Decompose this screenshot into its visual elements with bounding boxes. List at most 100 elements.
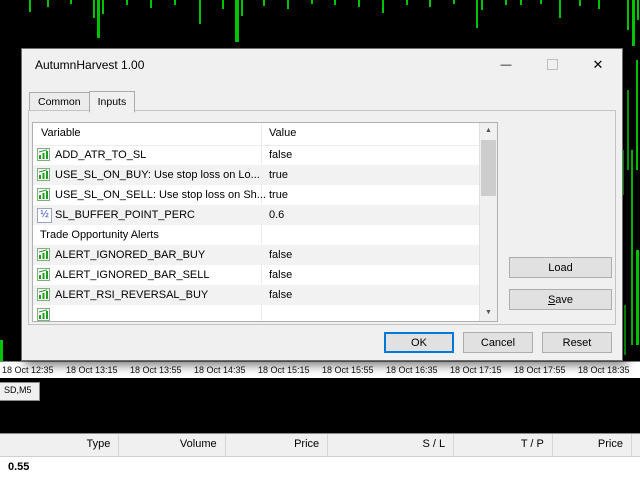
input-chart-icon [37,248,50,261]
candlestick [540,0,542,4]
save-button[interactable]: Save [509,289,612,310]
close-icon: ✕ [592,56,604,72]
input-chart-icon [37,268,50,281]
candlestick [222,0,224,9]
candlestick [406,0,408,5]
chart-tab-eurusd-m5[interactable]: SD,M5 [0,382,40,401]
time-axis: 18 Oct 12:35 18 Oct 13:15 18 Oct 13:55 18 O… [0,361,640,379]
inputs-table-header: Variable Value [33,123,497,146]
dialog-title: AutumnHarvest 1.00 [35,58,145,72]
time-axis-label: 18 Oct 17:15 [450,365,502,375]
inputs-tab-page: Variable Value ADD_ATR_TO_SL false USE_SL_… [28,110,616,325]
input-row[interactable]: Trade Opportunity Alerts [33,225,480,245]
candlestick [29,0,31,12]
candlestick [505,0,507,5]
scroll-up-icon[interactable]: ▲ [480,123,497,139]
input-row[interactable]: ALERT_RSI_REVERSAL_BUY false [33,285,480,305]
input-chart-icon [37,148,50,161]
candlestick [627,0,629,30]
candlestick [334,0,336,5]
input-row[interactable]: ALERT_IGNORED_BAR_BUY false [33,245,480,265]
reset-button[interactable]: Reset [542,332,612,353]
terminal-column-header: Volume [119,434,226,456]
value-column-header: Value [269,127,297,139]
candlestick [481,0,483,10]
terminal-header-row: Type Volume Price S / LT / P Price [0,434,640,457]
input-value[interactable]: false [269,145,292,165]
input-row[interactable]: ADD_ATR_TO_SL false [33,145,480,165]
input-variable-name: ALERT_IGNORED_BAR_BUY [55,249,206,261]
input-value[interactable]: false [269,245,292,265]
input-chart-icon [37,168,50,181]
input-value[interactable]: false [269,285,292,305]
input-variable-name: ALERT_IGNORED_BAR_SELL [55,269,210,281]
terminal-column-header: S / L [328,434,455,456]
candlestick [358,0,360,7]
vertical-scrollbar[interactable]: ▲ ▼ [479,123,497,321]
input-row[interactable]: ½ SL_BUFFER_POINT_PERC 0.6 [33,205,480,225]
cancel-button[interactable]: Cancel [463,332,533,353]
dialog-titlebar[interactable]: AutumnHarvest 1.00 — ✕ [22,49,622,79]
candlestick [520,0,522,5]
chart-tab-label: SD,M5 [4,385,32,395]
maximize-button[interactable] [529,50,575,79]
candlestick [632,0,635,46]
input-value[interactable]: 0.6 [269,205,284,225]
candlestick [70,0,72,4]
input-chart-icon [37,188,50,201]
minimize-button[interactable]: — [483,50,529,79]
fraction-glyph: ½ [37,208,52,223]
candlestick [476,0,478,28]
expert-properties-dialog: AutumnHarvest 1.00 — ✕ Common Inputs Var… [21,48,623,361]
time-axis-label: 18 Oct 15:15 [258,365,310,375]
input-row[interactable]: USE_SL_ON_BUY: Use stop loss on Lo... tru… [33,165,480,185]
candlestick [93,0,95,18]
time-axis-label: 18 Oct 16:35 [386,365,438,375]
terminal-column-header: Type [0,434,120,456]
variable-column-header: Variable [41,127,81,139]
candlestick [453,0,455,4]
maximize-icon [546,59,558,70]
input-chart-icon [37,308,50,321]
input-variable-name: USE_SL_ON_BUY: Use stop loss on Lo... [55,169,260,181]
inputs-rows: ADD_ATR_TO_SL false USE_SL_ON_BUY: Use sto… [33,145,480,321]
candlestick [126,0,128,5]
input-value[interactable]: false [269,265,292,285]
tab-inputs[interactable]: Inputs [88,91,136,113]
input-row[interactable]: USE_SL_ON_SELL: Use stop loss on Sh... tr… [33,185,480,205]
window-controls: — ✕ [483,50,621,79]
terminal-header-filler [632,434,640,456]
candlestick [636,60,638,170]
candlestick [311,0,313,4]
terminal-column-header: T / P [454,434,553,456]
dialog-tabs: Common Inputs [29,91,136,113]
tab-common[interactable]: Common [29,92,89,112]
candlestick [636,250,639,345]
scrollbar-thumb[interactable] [481,140,496,196]
candlestick [0,340,3,361]
candlestick [624,305,626,355]
input-row[interactable]: ALERT_IGNORED_BAR_SELL false [33,265,480,285]
close-button[interactable]: ✕ [575,50,621,79]
candlestick [174,0,176,5]
input-value[interactable]: true [269,165,288,185]
candlestick [47,0,49,7]
candlestick [235,0,239,42]
candlestick [150,0,152,8]
inputs-table: Variable Value ADD_ATR_TO_SL false USE_SL_… [32,122,498,322]
candlestick [559,0,561,18]
candlestick [287,0,289,9]
candlestick [429,0,431,7]
metatrader-screen: 18 Oct 12:35 18 Oct 13:15 18 Oct 13:55 18 O… [0,0,640,480]
input-fraction-icon: ½ [37,208,52,223]
candlestick [598,0,600,9]
terminal-column-header: Price [553,434,632,456]
input-value[interactable]: true [269,185,288,205]
ok-button[interactable]: OK [384,332,454,353]
scroll-down-icon[interactable]: ▼ [480,305,497,321]
chart-tab-bar: SD,M5 [0,378,640,433]
time-axis-label: 18 Oct 15:55 [322,365,374,375]
input-row[interactable] [33,305,480,321]
load-button[interactable]: Load [509,257,612,278]
candlestick [382,0,384,13]
